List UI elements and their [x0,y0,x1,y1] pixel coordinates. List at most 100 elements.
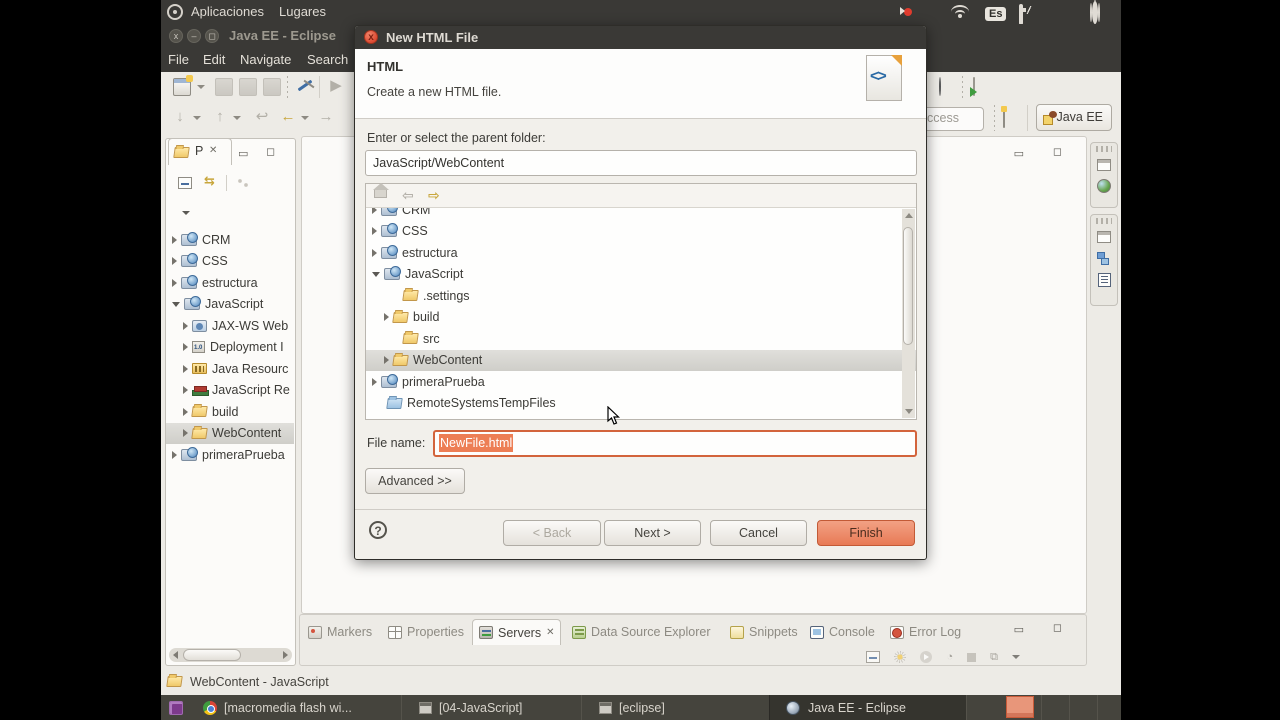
vertical-scrollbar[interactable] [902,209,915,418]
back-button[interactable]: < Back [503,520,601,546]
tab-close-icon[interactable]: ✕ [209,145,217,156]
web-browser-icon[interactable] [939,77,957,96]
tab-servers[interactable]: Servers ✕ [472,619,562,645]
tree-item-webcontent[interactable]: WebContent [166,422,294,444]
menu-edit[interactable]: Edit [203,48,225,72]
tree-item-java-resources[interactable]: Java Resourc [166,358,294,380]
profile-server-icon[interactable]: ◔ [946,651,953,663]
save-button[interactable] [215,78,233,96]
save-all-button[interactable] [239,78,257,96]
tab-close-icon[interactable]: ✕ [546,627,554,638]
collapse-all-icon[interactable] [866,651,881,663]
drag-handle[interactable] [1096,218,1112,224]
dialog-tree-item-javascript[interactable]: JavaScript [366,264,916,286]
last-edit-location-button[interactable]: ↩ [253,108,271,126]
stop-server-icon[interactable] [967,652,977,662]
open-perspective-button[interactable] [1003,109,1021,128]
restore-view-icon[interactable] [1097,231,1111,243]
window-maximize-button[interactable]: ◻ [205,29,219,43]
print-button[interactable] [263,78,281,96]
next-button[interactable]: Next > [604,520,701,546]
maximize-view-icon[interactable]: ◻ [266,145,275,159]
filters-icon[interactable] [236,177,250,189]
collapse-all-icon[interactable] [178,177,192,189]
taskbar-item-flash[interactable]: [macromedia flash wi... [203,695,398,720]
tree-item-javascript-resources[interactable]: JavaScript Re [166,380,294,402]
parent-folder-input[interactable]: JavaScript/WebContent [365,150,917,176]
start-server-icon[interactable] [920,651,933,663]
menu-aplicaciones[interactable]: Aplicaciones [185,0,270,24]
advanced-button[interactable]: Advanced >> [365,468,465,494]
ubuntu-logo-icon[interactable] [167,4,183,20]
perspective-java-ee-button[interactable]: Java EE [1036,104,1112,131]
minimize-editor-icon[interactable]: ▭ [1014,147,1024,161]
tab-project-explorer[interactable]: P ✕ [168,138,232,165]
tree-item-javascript[interactable]: JavaScript [166,294,294,316]
tab-markers[interactable]: Markers [308,619,372,645]
window-thumbnail[interactable] [1006,696,1034,718]
export-button[interactable]: ↑ [211,108,229,126]
back-dropdown-icon[interactable] [301,116,309,120]
view-menu-icon[interactable] [182,211,190,215]
menu-lugares[interactable]: Lugares [273,0,332,24]
deploy-icon[interactable] [973,77,991,96]
keyboard-layout-indicator[interactable]: Es [985,7,1007,21]
dialog-close-button[interactable]: x [364,30,378,44]
task-list-view-icon[interactable] [1097,273,1111,287]
outline-view-icon[interactable] [1097,251,1111,265]
tab-error-log[interactable]: Error Log [890,619,961,645]
maximize-panel-icon[interactable]: ◻ [1053,621,1062,635]
dialog-tree-item-src[interactable]: src [366,328,916,350]
dialog-tree-item-build[interactable]: build [366,307,916,329]
palette-view-icon[interactable] [1097,179,1111,193]
home-icon[interactable] [373,183,389,198]
settings-gear-icon[interactable] [1092,0,1098,24]
view-menu-icon[interactable] [1012,655,1020,659]
taskbar-item-04-javascript[interactable]: [04-JavaScript] [419,695,569,720]
import-dropdown-icon[interactable] [193,116,201,120]
tab-properties[interactable]: Properties [388,619,464,645]
dialog-tree-item-estructura[interactable]: estructura [366,242,916,264]
tab-data-source-explorer[interactable]: Data Source Explorer [572,619,711,645]
minimize-panel-icon[interactable]: ▭ [1014,623,1024,637]
window-close-button[interactable]: x [169,29,183,43]
taskbar-item-java-ee-eclipse[interactable]: Java EE - Eclipse [769,695,967,720]
menu-navigate[interactable]: Navigate [240,48,291,72]
dialog-tree-item-css[interactable]: CSS [366,221,916,243]
publish-icon[interactable]: ⧉ [990,651,998,664]
tree-item-build[interactable]: build [166,401,294,423]
restore-view-icon[interactable] [1097,159,1111,171]
dialog-tree-item-primeraprueba[interactable]: primeraPrueba [366,371,916,393]
dialog-titlebar[interactable]: x New HTML File [355,26,926,49]
back-button[interactable]: ← [279,108,297,126]
menu-search[interactable]: Search [307,48,348,72]
tab-console[interactable]: Console [810,619,875,645]
menu-file[interactable]: File [168,48,189,72]
dialog-tree-item-remotesystems[interactable]: RemoteSystemsTempFiles [366,393,916,415]
workspace-switcher-icon[interactable] [169,695,183,720]
tree-item-primeraprueba[interactable]: primeraPrueba [166,444,294,466]
dialog-tree-item-webcontent[interactable]: WebContent [366,349,916,371]
finish-button[interactable]: Finish [817,520,915,546]
debug-button[interactable]: ▶ [327,77,345,95]
maximize-editor-icon[interactable]: ◻ [1053,145,1062,159]
forward-arrow-icon[interactable]: ⇨ [428,187,440,204]
debug-server-icon[interactable] [894,651,907,663]
import-button[interactable]: ↓ [171,108,189,126]
dialog-tree-item-settings[interactable]: .settings [366,285,916,307]
tab-snippets[interactable]: Snippets [730,619,798,645]
back-arrow-icon[interactable]: ⇦ [402,187,414,204]
taskbar-item-eclipse-terminal[interactable]: [eclipse] [599,695,719,720]
tree-item-css[interactable]: CSS [166,251,294,273]
forward-button[interactable]: → [317,108,335,126]
minimize-view-icon[interactable]: ▭ [238,147,248,161]
export-dropdown-icon[interactable] [233,116,241,120]
cancel-button[interactable]: Cancel [710,520,807,546]
help-icon[interactable]: ? [369,521,387,539]
file-name-input[interactable]: NewFile.html [433,430,917,457]
tree-item-crm[interactable]: CRM [166,229,294,251]
window-minimize-button[interactable]: – [187,29,201,43]
new-dropdown-icon[interactable] [197,85,205,89]
tree-item-jaxws[interactable]: JAX-WS Web [166,315,294,337]
drag-handle[interactable] [1096,146,1112,152]
